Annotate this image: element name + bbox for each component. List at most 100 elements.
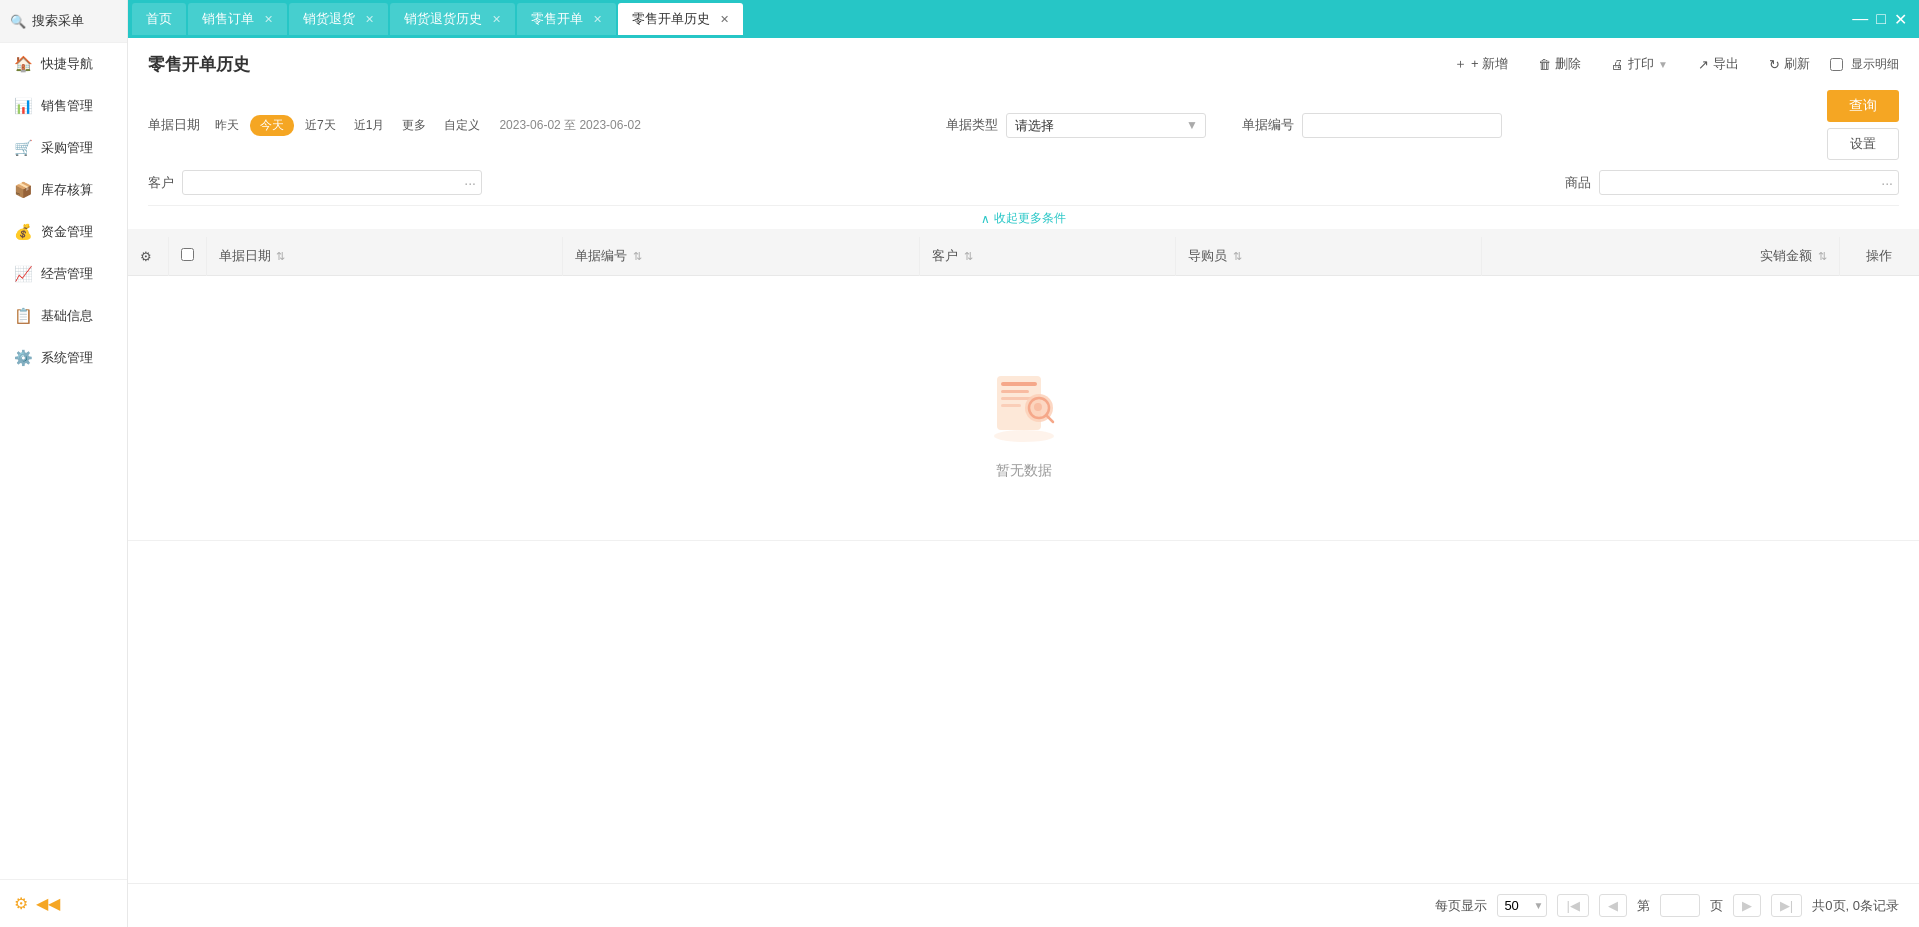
date-yesterday-btn[interactable]: 昨天 [208,115,246,136]
print-label: 打印 [1628,55,1654,73]
home-icon: 🏠 [14,55,33,73]
select-all-checkbox[interactable] [181,248,194,261]
tab-retail-open[interactable]: 零售开单 ✕ [517,3,616,35]
export-button[interactable]: ↗ 导出 [1688,50,1749,78]
empty-state: 暂无数据 [128,276,1919,540]
show-detail-checkbox[interactable] [1830,58,1843,71]
last-page-btn[interactable]: ▶| [1771,894,1802,917]
date-today-btn[interactable]: 今天 [250,115,294,136]
sidebar-label-purchase-mgmt: 采购管理 [41,139,93,157]
print-button[interactable]: 🖨 打印 ▼ [1601,50,1678,78]
doc-no-input[interactable] [1302,113,1502,138]
sidebar-item-system-mgmt[interactable]: ⚙️ 系统管理 [0,337,127,379]
th-customer[interactable]: 客户 ⇅ [920,237,1176,276]
tab-bar: 首页 销售订单 ✕ 销货退货 ✕ 销货退货历史 ✕ 零售开单 ✕ 零售开单历史 … [128,0,1919,38]
tab-retail-history[interactable]: 零售开单历史 ✕ [618,3,743,35]
sidebar-item-inventory[interactable]: 📦 库存核算 [0,169,127,211]
sidebar: 🔍 搜索采单 🏠 快捷导航 📊 销售管理 🛒 采购管理 📦 库存核算 💰 资金管… [0,0,128,927]
sidebar-label-finance: 资金管理 [41,223,93,241]
product-filter: 商品 ··· [1565,170,1899,195]
date-custom-btn[interactable]: 自定义 [437,115,487,136]
content-area: 零售开单历史 ＋ + 新增 🗑 删除 🖨 打印 ▼ [128,38,1919,927]
show-detail-toggle[interactable]: 显示明细 [1830,56,1899,73]
date-filter: 单据日期 昨天 今天 近7天 近1月 更多 自定义 2023-06-02 至 2… [148,115,641,136]
window-close-btn[interactable]: ✕ [1894,10,1907,29]
th-no[interactable]: 单据编号 ⇅ [563,237,920,276]
sidebar-item-purchase-mgmt[interactable]: 🛒 采购管理 [0,127,127,169]
delete-button[interactable]: 🗑 删除 [1528,50,1591,78]
table-config-icon[interactable]: ⚙ [140,249,152,264]
export-label: 导出 [1713,55,1739,73]
doc-type-select-wrap: 请选择 ▼ [1006,113,1206,138]
tab-retail-history-close[interactable]: ✕ [720,13,729,26]
settings-icon[interactable]: ⚙ [14,894,28,913]
th-amount[interactable]: 实销金额 ⇅ [1482,237,1839,276]
tab-retail-open-close[interactable]: ✕ [593,13,602,26]
tab-sales-return-close[interactable]: ✕ [365,13,374,26]
th-date[interactable]: 单据日期 ⇅ [206,237,563,276]
money-icon: 💰 [14,223,33,241]
tab-sales-return-history-close[interactable]: ✕ [492,13,501,26]
page-label-prefix: 第 [1637,897,1650,915]
tab-retail-history-label: 零售开单历史 [632,10,710,28]
per-page-select[interactable]: 10 20 50 100 [1497,894,1547,917]
doc-no-label: 单据编号 [1242,116,1294,134]
query-button[interactable]: 查询 [1827,90,1899,122]
sidebar-label-quick-nav: 快捷导航 [41,55,93,73]
add-button[interactable]: ＋ + 新增 [1444,50,1518,78]
data-table: ⚙ 单据日期 ⇅ 单据编号 ⇅ [128,237,1919,541]
sidebar-item-quick-nav[interactable]: 🏠 快捷导航 [0,43,127,85]
sidebar-item-finance[interactable]: 💰 资金管理 [0,211,127,253]
per-page-label: 每页显示 [1435,897,1487,915]
tab-home-label: 首页 [146,10,172,28]
search-menu-item[interactable]: 🔍 搜索采单 [0,0,127,43]
date-last7-btn[interactable]: 近7天 [298,115,343,136]
sidebar-item-sales-mgmt[interactable]: 📊 销售管理 [0,85,127,127]
customer-filter: 客户 ··· [148,170,482,195]
collapse-more-btn[interactable]: ∧ 收起更多条件 [148,205,1899,229]
sidebar-item-basic-info[interactable]: 📋 基础信息 [0,295,127,337]
th-guide[interactable]: 导购员 ⇅ [1176,237,1482,276]
tab-home[interactable]: 首页 [132,3,186,35]
empty-row: 暂无数据 [128,276,1919,541]
svg-point-0 [994,430,1054,442]
collapse-icon[interactable]: ◀◀ [36,894,60,913]
tab-sales-order-close[interactable]: ✕ [264,13,273,26]
customer-input[interactable] [182,170,482,195]
next-page-btn[interactable]: ▶ [1733,894,1761,917]
customer-more-icon[interactable]: ··· [464,175,476,191]
first-page-btn[interactable]: |◀ [1557,894,1588,917]
window-maximize-btn[interactable]: □ [1876,10,1886,28]
query-settings-col: 查询 设置 [1827,90,1899,160]
tab-sales-order[interactable]: 销售订单 ✕ [188,3,287,35]
tab-sales-return-history[interactable]: 销货退货历史 ✕ [390,3,515,35]
filter-settings-button[interactable]: 设置 [1827,128,1899,160]
empty-state-icon [979,356,1069,446]
th-check[interactable] [168,237,206,276]
refresh-button[interactable]: ↻ 刷新 [1759,50,1820,78]
total-info: 共0页, 0条记录 [1812,897,1899,915]
sort-date-icon: ⇅ [276,250,285,262]
gear-nav-icon: ⚙️ [14,349,33,367]
date-label: 单据日期 [148,116,200,134]
th-guide-label: 导购员 [1188,248,1227,263]
date-more-btn[interactable]: 更多 [395,115,433,136]
product-input[interactable] [1599,170,1899,195]
window-minimize-btn[interactable]: — [1852,10,1868,28]
sidebar-item-operations[interactable]: 📈 经营管理 [0,253,127,295]
box-icon: 📦 [14,181,33,199]
page-number-input[interactable]: 1 [1660,894,1700,917]
search-menu-label: 搜索采单 [32,12,84,30]
product-more-icon[interactable]: ··· [1881,175,1893,191]
doc-type-select[interactable]: 请选择 [1006,113,1206,138]
per-page-wrap: 10 20 50 100 ▼ [1497,894,1547,917]
tab-sales-return[interactable]: 销货退货 ✕ [289,3,388,35]
filter-row-1: 单据日期 昨天 今天 近7天 近1月 更多 自定义 2023-06-02 至 2… [148,90,1899,160]
print-icon: 🖨 [1611,57,1624,72]
date-last-month-btn[interactable]: 近1月 [347,115,392,136]
prev-page-btn[interactable]: ◀ [1599,894,1627,917]
sidebar-bottom: ⚙ ◀◀ [0,879,127,927]
add-icon: ＋ [1454,55,1467,73]
th-config[interactable]: ⚙ [128,237,168,276]
date-shortcuts: 昨天 今天 近7天 近1月 更多 自定义 [208,115,487,136]
